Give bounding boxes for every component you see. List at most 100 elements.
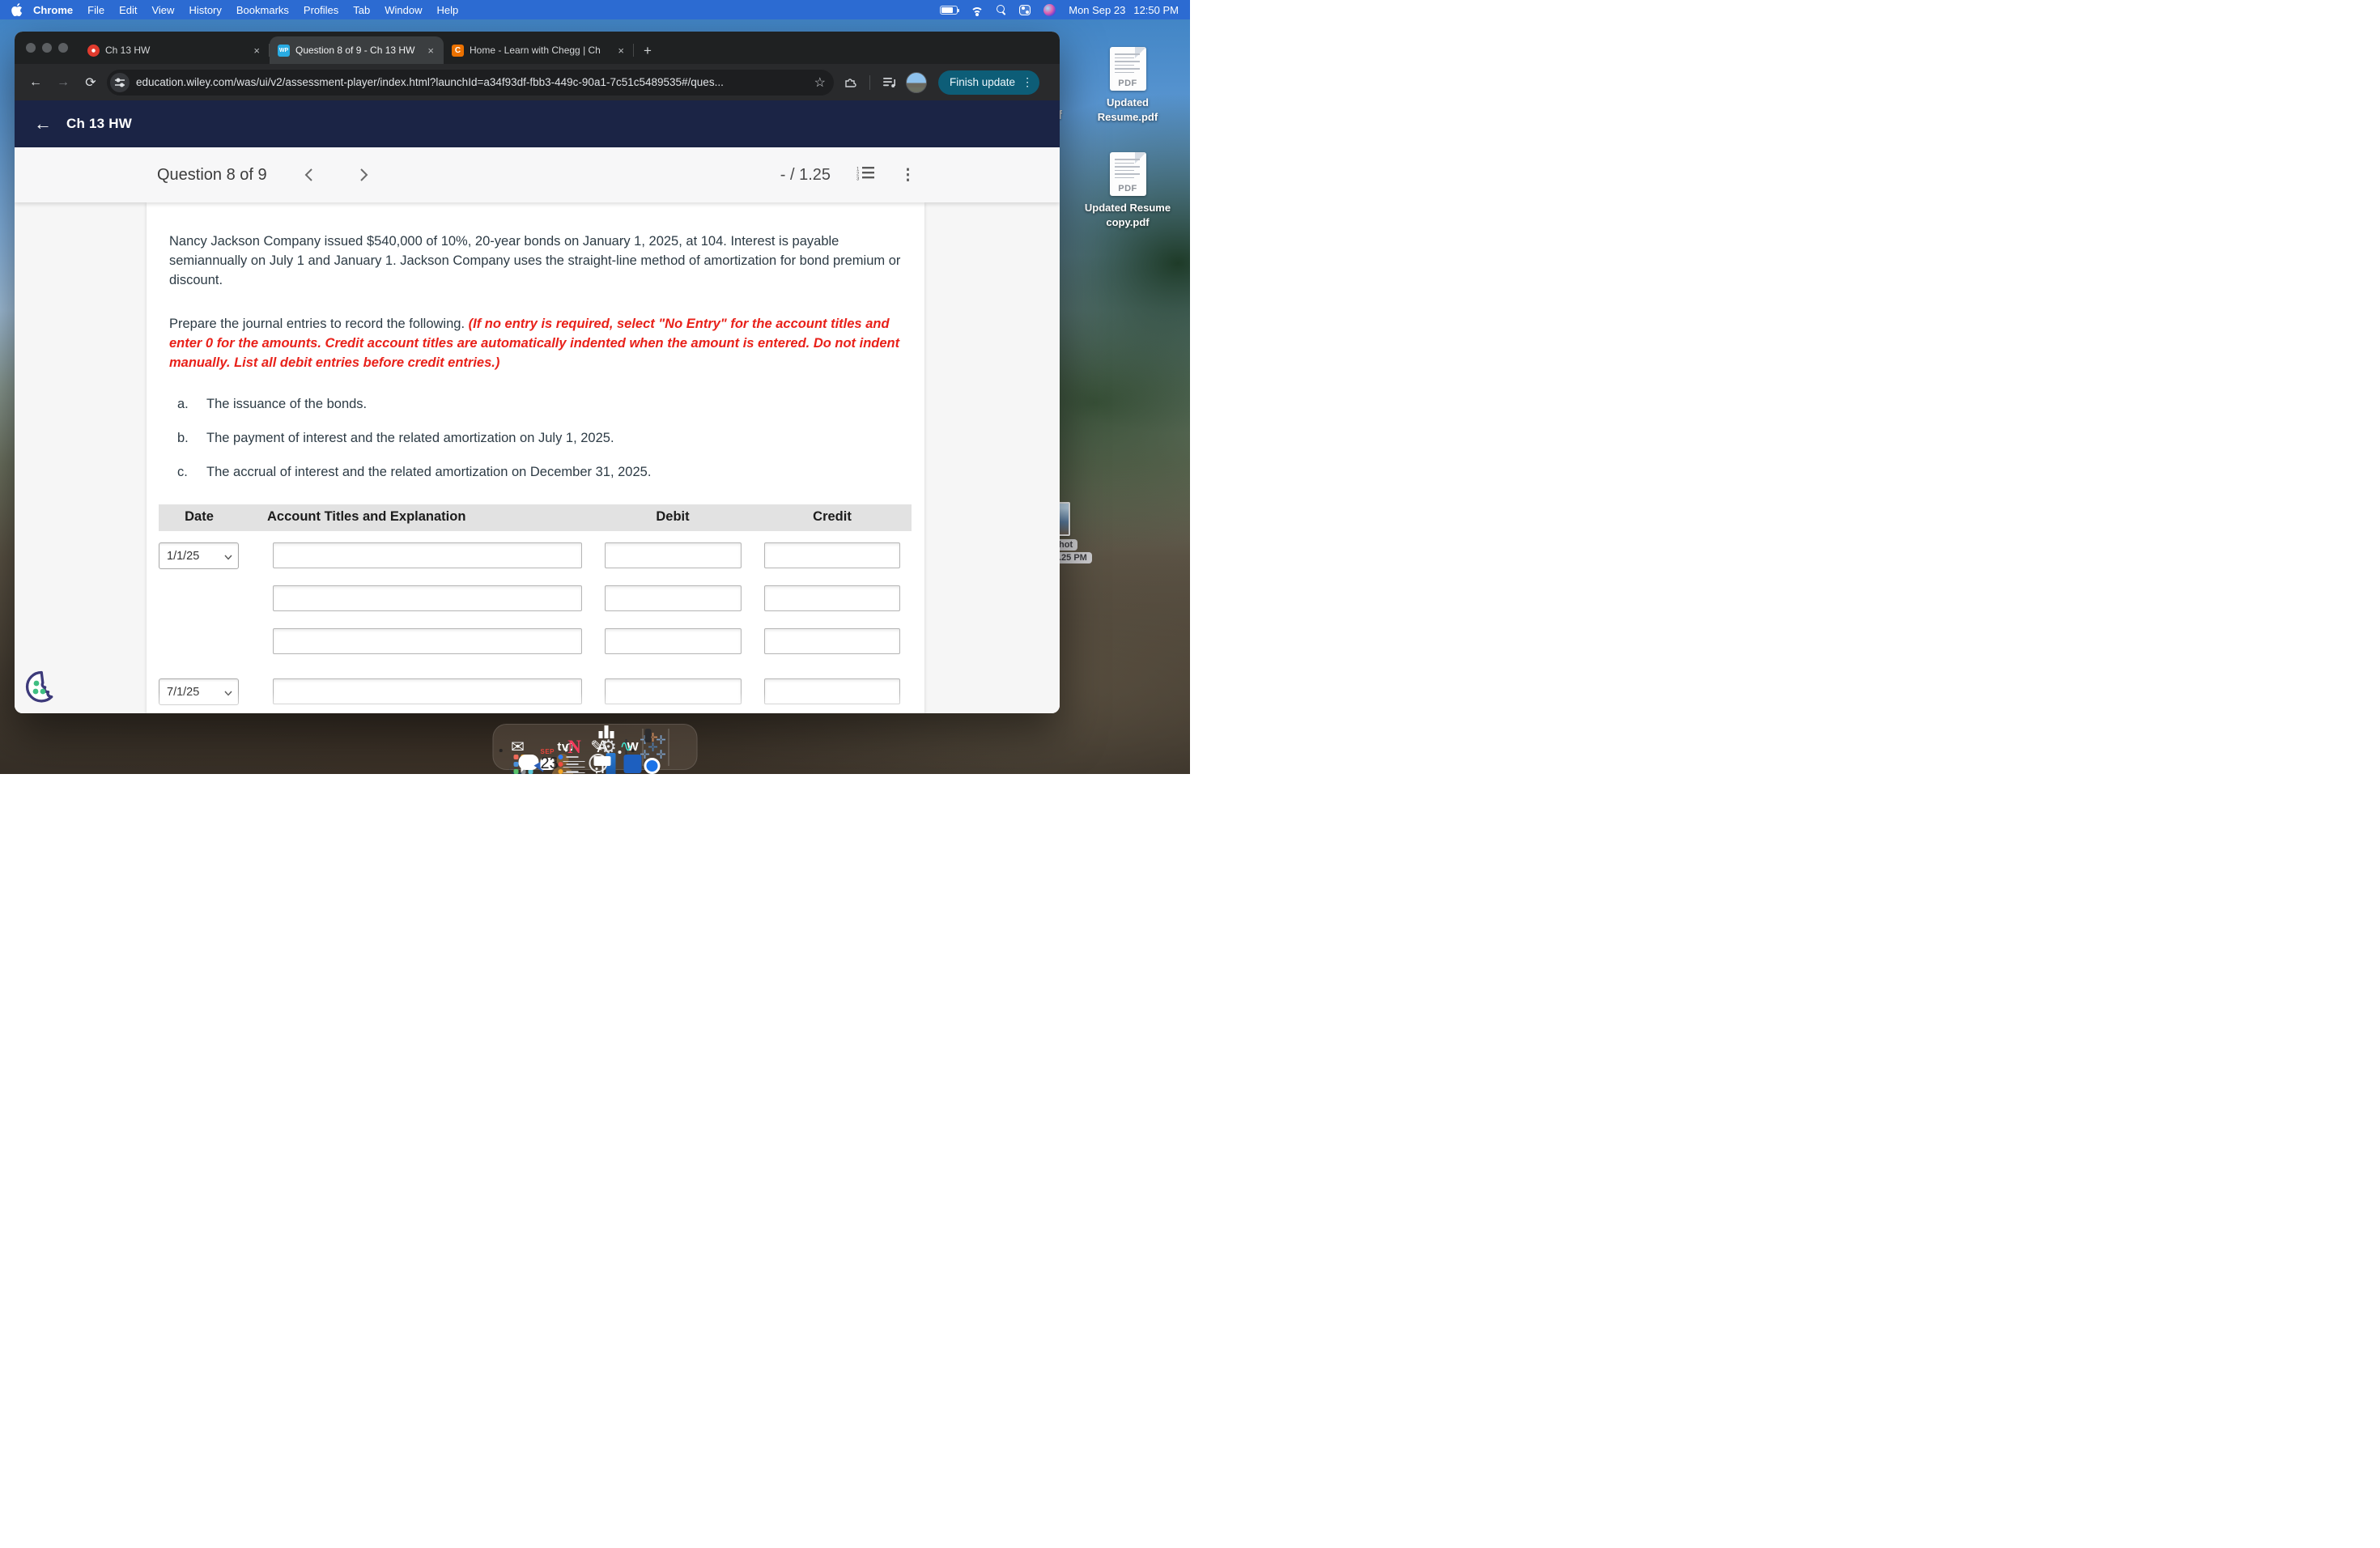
date-value: 1/1/25: [167, 549, 200, 563]
wileyplus-page: ← Ch 13 HW Question 8 of 9 - / 1.25 123 …: [15, 100, 1060, 713]
back-button[interactable]: ←: [24, 71, 47, 94]
siri-icon[interactable]: [1043, 3, 1056, 16]
site-settings-icon[interactable]: [110, 72, 130, 92]
item-text: The accrual of interest and the related …: [206, 465, 652, 479]
profile-avatar[interactable]: [906, 71, 927, 93]
wileyplus-favicon: WP: [278, 44, 290, 57]
question-list-icon[interactable]: 123: [856, 166, 874, 185]
next-question-button[interactable]: [359, 168, 368, 182]
account-title-input[interactable]: [273, 678, 582, 704]
credit-amount-input[interactable]: [764, 628, 900, 654]
tab-close-icon[interactable]: ×: [616, 45, 626, 57]
account-title-input[interactable]: [273, 542, 582, 568]
pdf-file-icon: PDF: [1109, 152, 1146, 196]
credit-amount-input[interactable]: [764, 678, 900, 704]
tab-title: Home - Learn with Chegg | Ch: [470, 45, 601, 56]
bookmark-star-icon[interactable]: ☆: [814, 74, 826, 91]
question-counter: Question 8 of 9: [157, 165, 267, 184]
wifi-icon[interactable]: [971, 5, 984, 16]
account-title-input[interactable]: [273, 628, 582, 654]
reload-button[interactable]: ⟳: [79, 71, 102, 94]
debit-amount-input[interactable]: [605, 585, 742, 611]
finish-update-menu-icon[interactable]: ⋮: [1022, 75, 1033, 89]
credit-amount-input[interactable]: [764, 542, 900, 568]
chegg-favicon: C: [452, 44, 464, 57]
chrome-window: Ch 13 HW × WP Question 8 of 9 - Ch 13 HW × C H…: [15, 32, 1060, 713]
running-indicator: [631, 749, 635, 752]
tab-title: Ch 13 HW: [105, 45, 151, 56]
debit-amount-input[interactable]: [605, 542, 742, 568]
menu-view[interactable]: View: [144, 4, 181, 16]
prev-question-button[interactable]: [304, 168, 313, 182]
tab-1[interactable]: Ch 13 HW ×: [79, 36, 270, 64]
tab-3[interactable]: C Home - Learn with Chegg | Ch ×: [444, 36, 634, 64]
tab-close-icon[interactable]: ×: [252, 45, 261, 57]
menu-date[interactable]: Mon Sep 23: [1069, 4, 1125, 16]
spotlight-icon[interactable]: [997, 5, 1006, 15]
media-controls-icon[interactable]: [878, 71, 901, 94]
pdf-file-icon: PDF: [1109, 47, 1146, 91]
browser-toolbar: ← → ⟳ education.wiley.com/was/ui/v2/asse…: [15, 64, 1060, 100]
item-letter: b.: [177, 431, 189, 445]
chevron-down-icon: [224, 551, 232, 563]
credit-amount-input[interactable]: [764, 585, 900, 611]
menu-history[interactable]: History: [181, 4, 228, 16]
menu-help[interactable]: Help: [430, 4, 466, 16]
file-label: Updated Resume: [1084, 202, 1171, 214]
question-nav-bar: Question 8 of 9 - / 1.25 123 ⋮: [15, 147, 1060, 202]
journal-row-1: 1/1/25: [159, 542, 912, 569]
tab-2[interactable]: WP Question 8 of 9 - Ch 13 HW ×: [270, 36, 444, 64]
table-header-row: Date Account Titles and Explanation Debi…: [159, 504, 912, 531]
assignment-header: ← Ch 13 HW: [15, 100, 1060, 147]
forward-button[interactable]: →: [52, 71, 74, 94]
apple-menu-icon[interactable]: [11, 3, 23, 16]
new-tab-button[interactable]: +: [634, 43, 661, 64]
menu-chrome[interactable]: Chrome: [26, 4, 80, 16]
minimize-window-button: [42, 43, 52, 53]
col-header-account: Account Titles and Explanation: [267, 509, 466, 524]
back-arrow-icon[interactable]: ←: [34, 113, 52, 134]
macos-menu-bar: Chrome File Edit View History Bookmarks Profil…: [0, 0, 1190, 19]
battery-icon[interactable]: [940, 5, 960, 15]
menu-window[interactable]: Window: [377, 4, 429, 16]
debit-amount-input[interactable]: [605, 678, 742, 704]
journal-entry-table: Date Account Titles and Explanation Debi…: [159, 504, 912, 713]
desktop: Chrome File Edit View History Bookmarks Profil…: [0, 0, 1190, 774]
menu-tab[interactable]: Tab: [346, 4, 377, 16]
question-score: - / 1.25: [780, 165, 831, 184]
journal-row-3: [159, 628, 912, 654]
menu-edit[interactable]: Edit: [112, 4, 144, 16]
desktop-file-updated-resume[interactable]: PDF Updated Resume.pdf: [1071, 47, 1184, 124]
requirement-list: a. The issuance of the bonds. b. The paymen…: [169, 397, 903, 480]
debit-amount-input[interactable]: [605, 628, 742, 654]
finish-update-button[interactable]: Finish update ⋮: [938, 70, 1040, 95]
close-window-button: [26, 43, 36, 53]
item-text: The issuance of the bonds.: [206, 397, 368, 411]
menu-time[interactable]: 12:50 PM: [1133, 4, 1179, 16]
dock-activity-icon[interactable]: ∿: [620, 738, 633, 755]
url-text[interactable]: education.wiley.com/was/ui/v2/assessment…: [136, 76, 808, 88]
control-center-icon[interactable]: [1019, 4, 1031, 15]
item-text: The payment of interest and the related …: [206, 431, 614, 445]
date-select[interactable]: 7/1/25: [159, 678, 239, 705]
canvas-favicon: [87, 44, 100, 57]
window-controls[interactable]: [26, 32, 68, 64]
cookie-consent-icon[interactable]: [23, 668, 60, 705]
item-letter: a.: [177, 397, 189, 411]
address-bar[interactable]: education.wiley.com/was/ui/v2/assessment…: [107, 69, 834, 96]
file-label: Updated: [1107, 96, 1149, 108]
menu-profiles[interactable]: Profiles: [296, 4, 346, 16]
question-content: Nancy Jackson Company issued $540,000 of…: [15, 202, 1060, 713]
question-menu-icon[interactable]: ⋮: [900, 166, 916, 185]
tab-close-icon[interactable]: ×: [426, 45, 436, 57]
chevron-down-icon: [224, 687, 232, 700]
date-value: 7/1/25: [167, 685, 200, 699]
menu-bookmarks[interactable]: Bookmarks: [229, 4, 296, 16]
account-title-input[interactable]: [273, 585, 582, 611]
problem-instructions: Prepare the journal entries to record th…: [169, 317, 900, 370]
menu-file[interactable]: File: [80, 4, 112, 16]
extensions-icon[interactable]: [839, 71, 861, 94]
desktop-file-updated-resume-copy[interactable]: PDF Updated Resume copy.pdf: [1071, 152, 1184, 229]
problem-statement: Nancy Jackson Company issued $540,000 of…: [169, 234, 901, 287]
date-select[interactable]: 1/1/25: [159, 542, 239, 569]
